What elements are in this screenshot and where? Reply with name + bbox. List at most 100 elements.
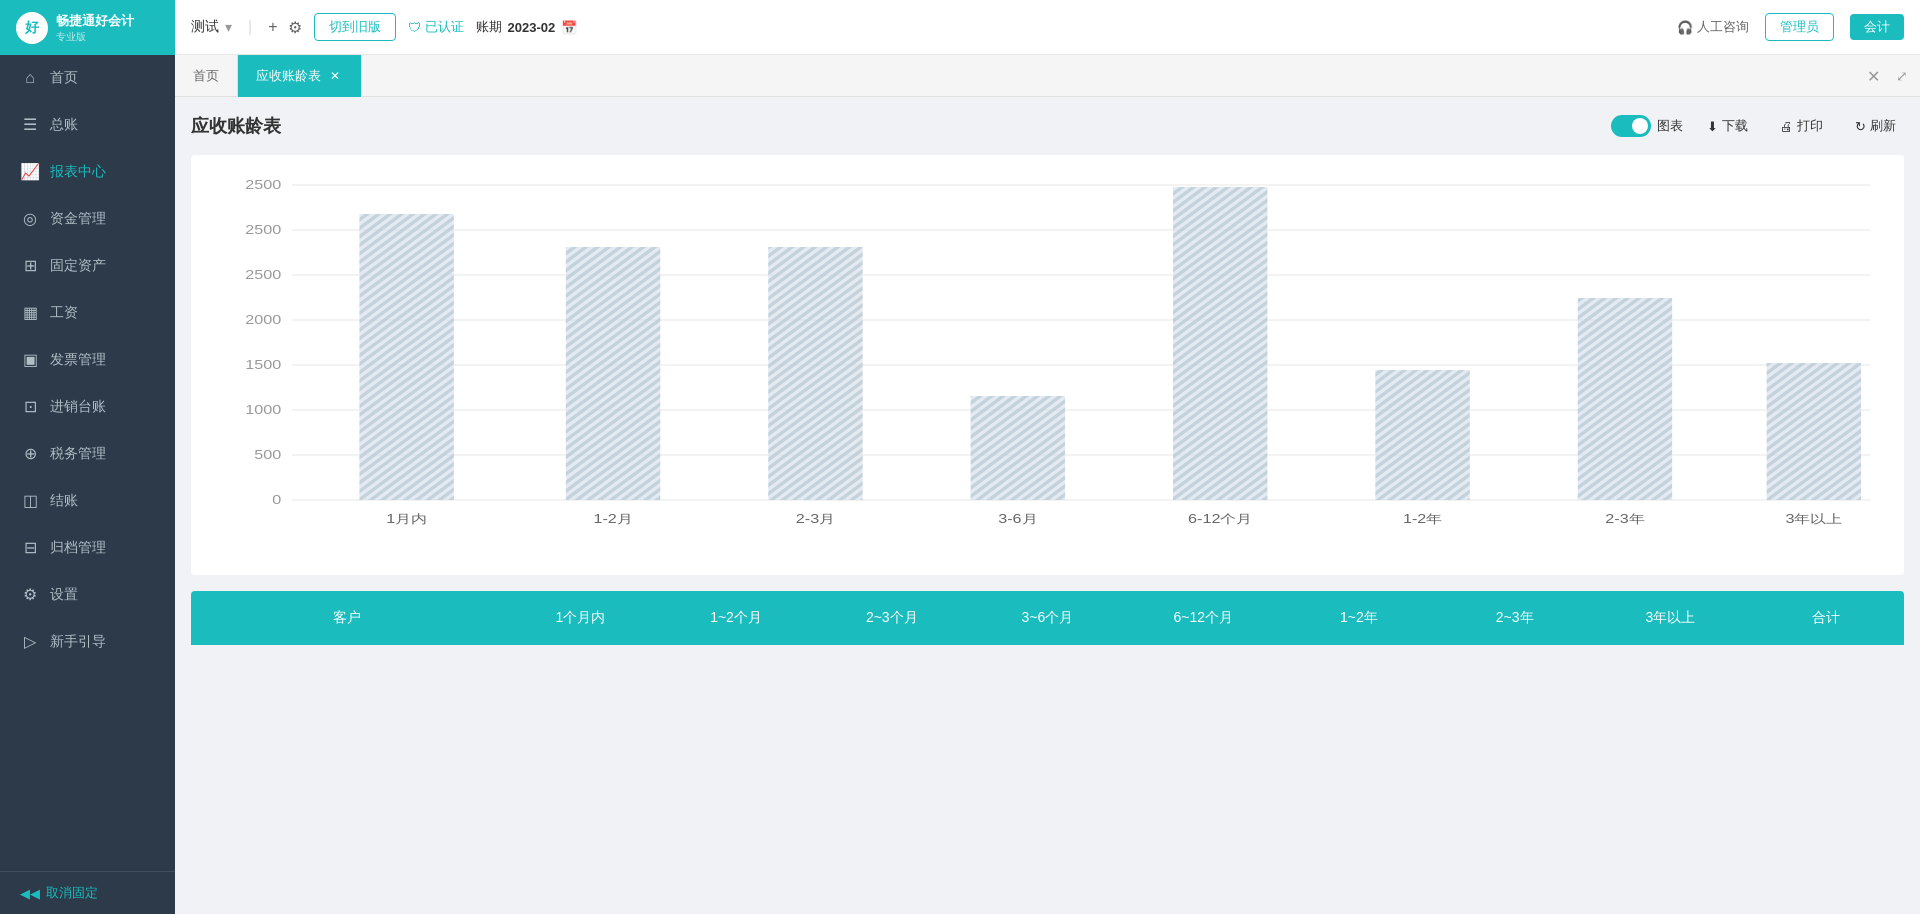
content-actions: 图表 ⬇ 下载 🖨 打印 ↻ 刷新 (1611, 113, 1904, 139)
wage-icon: ▦ (20, 303, 40, 322)
svg-text:0: 0 (272, 493, 281, 506)
topbar-actions: + ⚙ (268, 18, 301, 37)
content-header: 应收账龄表 图表 ⬇ 下载 🖨 打印 ↻ 刷新 (191, 113, 1904, 139)
sidebar-item-report[interactable]: 📈 报表中心 (0, 148, 175, 195)
asset-icon: ⊞ (20, 256, 40, 275)
window-expand-icon[interactable]: ⤢ (1896, 68, 1908, 84)
period-value: 2023-02 (508, 20, 556, 35)
svg-text:2500: 2500 (245, 178, 281, 191)
print-button[interactable]: 🖨 打印 (1772, 113, 1831, 139)
sidebar-item-close[interactable]: ◫ 结账 (0, 477, 175, 524)
col-6-12month: 6~12个月 (1125, 591, 1281, 645)
project-name: 测试 (191, 18, 219, 36)
sidebar-item-home[interactable]: ⌂ 首页 (0, 55, 175, 101)
svg-text:500: 500 (254, 448, 281, 461)
bar-1-2年 (1375, 370, 1469, 500)
col-1-2year: 1~2年 (1281, 591, 1437, 645)
content-area: 应收账龄表 图表 ⬇ 下载 🖨 打印 ↻ 刷新 (175, 97, 1920, 914)
bar-3年以上 (1767, 363, 1861, 500)
topbar: 测试 ▾ | + ⚙ 切到旧版 🛡 已认证 账期 2023-02 📅 🎧 人工咨… (175, 0, 1920, 55)
logo-text: 畅捷通好会计 专业版 (56, 12, 134, 44)
refresh-icon: ↻ (1855, 119, 1866, 134)
tabbar: 首页 应收账龄表 ✕ ✕ ⤢ (175, 55, 1920, 97)
sidebar-item-fund[interactable]: ◎ 资金管理 (0, 195, 175, 242)
pin-icon: ◀◀ (20, 886, 40, 901)
sidebar-item-settings[interactable]: ⚙ 设置 (0, 571, 175, 618)
tab-close-icon[interactable]: ✕ (327, 68, 343, 84)
svg-text:2500: 2500 (245, 223, 281, 236)
chevron-down-icon: ▾ (225, 19, 232, 35)
logo-icon: 好 (16, 12, 48, 44)
svg-text:1500: 1500 (245, 358, 281, 371)
manager-button[interactable]: 管理员 (1765, 13, 1834, 41)
sidebar-item-invoice[interactable]: ▣ 发票管理 (0, 336, 175, 383)
download-button[interactable]: ⬇ 下载 (1699, 113, 1756, 139)
svg-text:1-2年: 1-2年 (1403, 512, 1442, 525)
guide-icon: ▷ (20, 632, 40, 651)
main-area: 测试 ▾ | + ⚙ 切到旧版 🛡 已认证 账期 2023-02 📅 🎧 人工咨… (175, 0, 1920, 914)
fund-icon: ◎ (20, 209, 40, 228)
window-close-icon[interactable]: ✕ (1867, 66, 1880, 85)
switch-old-version-button[interactable]: 切到旧版 (314, 13, 396, 41)
sidebar-nav: ⌂ 首页 ☰ 总账 📈 报表中心 ◎ 资金管理 ⊞ 固定资产 ▦ 工资 ▣ 发票… (0, 55, 175, 871)
sidebar-item-asset[interactable]: ⊞ 固定资产 (0, 242, 175, 289)
col-2-3year: 2~3年 (1437, 591, 1593, 645)
sidebar-pin-toggle[interactable]: ◀◀ 取消固定 (0, 871, 175, 914)
svg-text:1000: 1000 (245, 403, 281, 416)
page-title: 应收账龄表 (191, 114, 281, 138)
bar-3-6月 (971, 396, 1065, 500)
svg-text:3年以上: 3年以上 (1785, 512, 1842, 525)
svg-text:2-3月: 2-3月 (796, 512, 835, 525)
col-1-2month: 1~2个月 (658, 591, 814, 645)
sidebar-item-guide[interactable]: ▷ 新手引导 (0, 618, 175, 665)
svg-text:1-2月: 1-2月 (593, 512, 632, 525)
sidebar-item-tax[interactable]: ⊕ 税务管理 (0, 430, 175, 477)
ledger-icon: ☰ (20, 115, 40, 134)
sidebar-item-wage[interactable]: ▦ 工资 (0, 289, 175, 336)
bar-1-2月 (566, 247, 660, 500)
home-icon: ⌂ (20, 69, 40, 87)
sidebar-logo: 好 畅捷通好会计 专业版 (0, 0, 175, 55)
customer-service-button[interactable]: 🎧 人工咨询 (1677, 18, 1749, 36)
toggle-label: 图表 (1657, 117, 1683, 135)
calendar-icon[interactable]: 📅 (561, 20, 577, 35)
chart-toggle[interactable] (1611, 115, 1651, 137)
svg-text:2000: 2000 (245, 313, 281, 326)
headset-icon: 🎧 (1677, 20, 1693, 35)
download-icon: ⬇ (1707, 119, 1718, 134)
table-header: 客户 1个月内 1~2个月 2~3个月 3~6个月 6~12个月 1~2年 2~… (191, 591, 1904, 645)
sidebar-item-ledger[interactable]: ☰ 总账 (0, 101, 175, 148)
shield-icon: 🛡 (408, 20, 421, 35)
project-selector[interactable]: 测试 ▾ (191, 18, 232, 36)
chart-container: 2500 2500 2500 2000 1500 1000 500 0 (191, 155, 1904, 575)
bar-chart: 2500 2500 2500 2000 1500 1000 500 0 (211, 175, 1884, 545)
topbar-right: 🎧 人工咨询 管理员 会计 (1677, 13, 1904, 41)
bar-6-12月 (1173, 187, 1267, 500)
cert-status: 🛡 已认证 (408, 18, 464, 36)
settings-gear-icon[interactable]: ⚙ (288, 18, 302, 37)
svg-text:2500: 2500 (245, 268, 281, 281)
col-1month: 1个月内 (502, 591, 658, 645)
print-icon: 🖨 (1780, 119, 1793, 134)
add-icon[interactable]: + (268, 18, 277, 36)
svg-text:1月内: 1月内 (386, 512, 427, 525)
sidebar-item-archive[interactable]: ⊟ 归档管理 (0, 524, 175, 571)
accountant-button[interactable]: 会计 (1850, 14, 1904, 40)
settings-icon: ⚙ (20, 585, 40, 604)
close-accounts-icon: ◫ (20, 491, 40, 510)
svg-text:2-3年: 2-3年 (1605, 512, 1644, 525)
bar-2-3月 (768, 247, 862, 500)
sidebar: 好 畅捷通好会计 专业版 ⌂ 首页 ☰ 总账 📈 报表中心 ◎ 资金管理 ⊞ 固… (0, 0, 175, 914)
tab-home[interactable]: 首页 (175, 55, 238, 97)
refresh-button[interactable]: ↻ 刷新 (1847, 113, 1904, 139)
tab-aging[interactable]: 应收账龄表 ✕ (238, 55, 362, 97)
sidebar-item-purchase[interactable]: ⊡ 进销台账 (0, 383, 175, 430)
col-customer: 客户 (191, 591, 502, 645)
bar-1月内 (359, 214, 453, 500)
col-2-3month: 2~3个月 (814, 591, 970, 645)
purchase-icon: ⊡ (20, 397, 40, 416)
report-icon: 📈 (20, 162, 40, 181)
invoice-icon: ▣ (20, 350, 40, 369)
bar-2-3年 (1578, 298, 1672, 500)
topbar-divider-1: | (248, 18, 252, 36)
